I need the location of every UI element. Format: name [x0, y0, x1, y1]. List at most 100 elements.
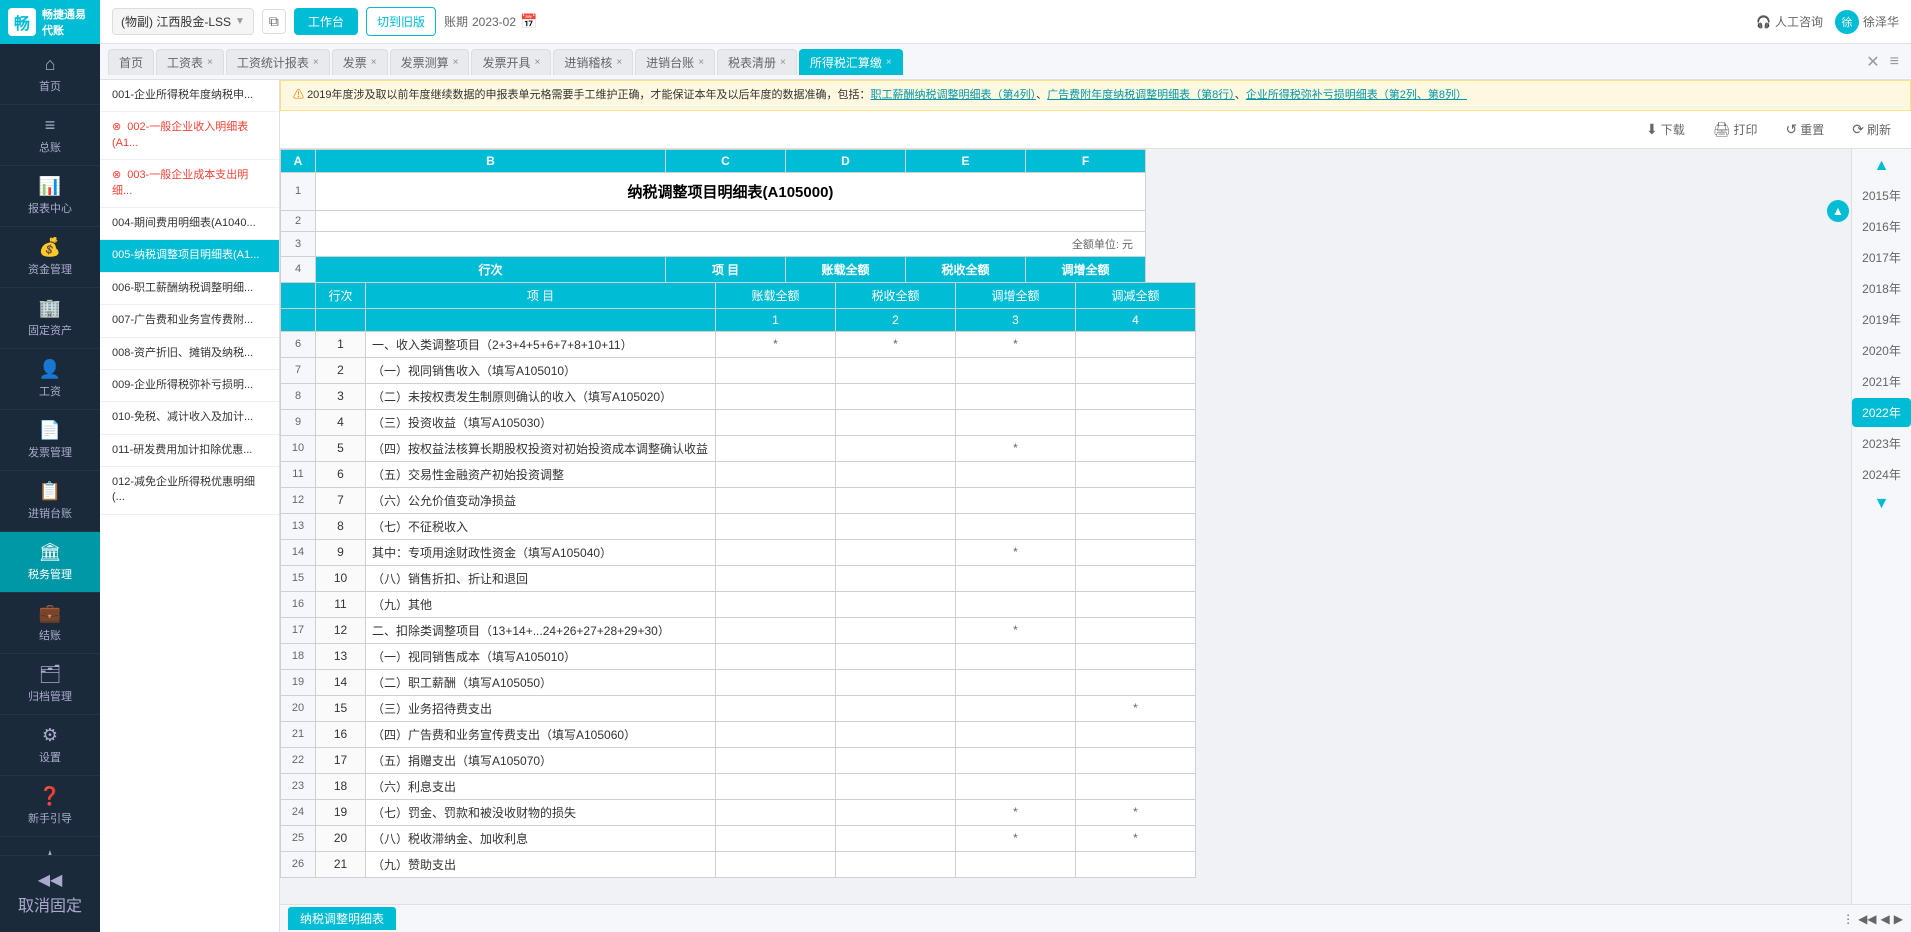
- table-row[interactable]: 2621（九）赞助支出: [281, 851, 1196, 877]
- scroll-leftmost-icon[interactable]: ◀◀: [1858, 912, 1876, 926]
- table-row[interactable]: 2318（六）利息支出: [281, 773, 1196, 799]
- cell-d-9[interactable]: [836, 539, 956, 565]
- table-row[interactable]: 2520（八）税收滞纳金、加收利息**: [281, 825, 1196, 851]
- tab-invoice-calc-close-icon[interactable]: ×: [453, 57, 459, 68]
- cell-d-5[interactable]: [836, 435, 956, 461]
- cell-c-12[interactable]: [716, 617, 836, 643]
- cell-f-12[interactable]: [1076, 617, 1196, 643]
- tab-sales-ledger-close-icon[interactable]: ×: [698, 57, 704, 68]
- table-row[interactable]: 1611（九）其他: [281, 591, 1196, 617]
- sidebar-item-ledger[interactable]: ≡ 总账: [0, 105, 100, 166]
- cell-f-19[interactable]: *: [1076, 799, 1196, 825]
- cell-c-7[interactable]: [716, 487, 836, 513]
- cell-c-19[interactable]: [716, 799, 836, 825]
- cell-e-20[interactable]: *: [956, 825, 1076, 851]
- cell-d-6[interactable]: [836, 461, 956, 487]
- cell-c-10[interactable]: [716, 565, 836, 591]
- table-row[interactable]: 2419（七）罚金、罚款和被没收财物的损失**: [281, 799, 1196, 825]
- cell-e-3[interactable]: [956, 383, 1076, 409]
- sidebar-item-settings[interactable]: ⚙ 设置: [0, 715, 100, 776]
- tab-bar-close-all[interactable]: ✕: [1862, 52, 1883, 72]
- cell-c-14[interactable]: [716, 669, 836, 695]
- tab-payroll-stats-close-icon[interactable]: ×: [313, 57, 319, 68]
- table-row[interactable]: 61一、收入类调整项目（2+3+4+5+6+7+8+10+11）***: [281, 331, 1196, 357]
- customer-service[interactable]: 🎧 人工咨询: [1756, 13, 1823, 30]
- left-panel-item-011[interactable]: 011-研发费用加计扣除优惠...: [100, 435, 279, 467]
- table-row[interactable]: 1510（八）销售折扣、折让和退回: [281, 565, 1196, 591]
- cell-f-13[interactable]: [1076, 643, 1196, 669]
- left-panel-item-002[interactable]: ⊗ 002-一般企业收入明细表(A1...: [100, 112, 279, 160]
- cell-e-17[interactable]: [956, 747, 1076, 773]
- cell-e-10[interactable]: [956, 565, 1076, 591]
- cell-c-5[interactable]: [716, 435, 836, 461]
- left-panel-item-006[interactable]: 006-职工薪酬纳税调整明细...: [100, 273, 279, 305]
- cell-d-2[interactable]: [836, 357, 956, 383]
- year-nav-down-button[interactable]: ▼: [1870, 491, 1894, 517]
- sidebar-item-home[interactable]: ⌂ 首页: [0, 44, 100, 105]
- cell-c-20[interactable]: [716, 825, 836, 851]
- cell-d-8[interactable]: [836, 513, 956, 539]
- cell-e-7[interactable]: [956, 487, 1076, 513]
- tab-income-tax[interactable]: 所得税汇算缴 ×: [799, 49, 903, 75]
- cell-c-18[interactable]: [716, 773, 836, 799]
- table-row[interactable]: 2015（三）业务招待费支出*: [281, 695, 1196, 721]
- cell-e-9[interactable]: *: [956, 539, 1076, 565]
- cell-c-16[interactable]: [716, 721, 836, 747]
- sidebar-item-assets[interactable]: 🏢 固定资产: [0, 288, 100, 349]
- cell-d-7[interactable]: [836, 487, 956, 513]
- table-row[interactable]: 116（五）交易性金融资产初始投资调整: [281, 461, 1196, 487]
- cell-c-6[interactable]: [716, 461, 836, 487]
- cell-f-10[interactable]: [1076, 565, 1196, 591]
- cell-d-4[interactable]: [836, 409, 956, 435]
- cell-f-21[interactable]: [1076, 851, 1196, 877]
- cell-c-1[interactable]: *: [716, 331, 836, 357]
- cell-e-8[interactable]: [956, 513, 1076, 539]
- tab-invoice-close-icon[interactable]: ×: [371, 57, 377, 68]
- table-row[interactable]: 1914（二）职工薪酬（填写A105050）: [281, 669, 1196, 695]
- year-item-2024[interactable]: 2024年: [1852, 460, 1911, 489]
- cell-d-11[interactable]: [836, 591, 956, 617]
- tab-bar-settings-icon[interactable]: ≡: [1886, 53, 1903, 71]
- year-item-2021[interactable]: 2021年: [1852, 367, 1911, 396]
- cell-e-21[interactable]: [956, 851, 1076, 877]
- old-version-button[interactable]: 切到旧版: [366, 7, 436, 36]
- cell-f-14[interactable]: [1076, 669, 1196, 695]
- cell-c-3[interactable]: [716, 383, 836, 409]
- year-nav-up-button[interactable]: ▲: [1870, 153, 1894, 179]
- unpin-button[interactable]: ◀◀ 取消固定: [8, 864, 92, 924]
- scroll-next-icon[interactable]: ▶: [1894, 912, 1903, 926]
- cell-e-19[interactable]: *: [956, 799, 1076, 825]
- bottom-sheet-tab[interactable]: 纳税调整明细表: [288, 907, 396, 930]
- left-panel-item-012[interactable]: 012-减免企业所得税优惠明细(...: [100, 467, 279, 515]
- year-item-2017[interactable]: 2017年: [1852, 243, 1911, 272]
- tab-payroll-close-icon[interactable]: ×: [207, 57, 213, 68]
- calendar-icon[interactable]: 📅: [520, 13, 537, 30]
- cell-d-16[interactable]: [836, 721, 956, 747]
- tab-income-tax-close-icon[interactable]: ×: [886, 57, 892, 68]
- cell-e-2[interactable]: [956, 357, 1076, 383]
- tab-tax-forms-close-icon[interactable]: ×: [780, 57, 786, 68]
- left-panel-item-008[interactable]: 008-资产折旧、摊销及纳税...: [100, 338, 279, 370]
- sidebar-footer[interactable]: ◀◀ 取消固定: [0, 855, 100, 932]
- tab-invoice[interactable]: 发票 ×: [332, 49, 388, 75]
- cell-f-3[interactable]: [1076, 383, 1196, 409]
- cell-d-19[interactable]: [836, 799, 956, 825]
- tab-invoice-open[interactable]: 发票开具 ×: [471, 49, 551, 75]
- cell-f-2[interactable]: [1076, 357, 1196, 383]
- sidebar-item-invoice[interactable]: 📄 发票管理: [0, 410, 100, 471]
- cell-d-1[interactable]: *: [836, 331, 956, 357]
- year-item-2022[interactable]: 2022年: [1852, 398, 1911, 427]
- refresh-button[interactable]: ⟳ 刷新: [1844, 117, 1899, 142]
- table-row[interactable]: 94（三）投资收益（填写A105030）: [281, 409, 1196, 435]
- tab-invoice-open-close-icon[interactable]: ×: [534, 57, 540, 68]
- tab-sales-check-close-icon[interactable]: ×: [616, 57, 622, 68]
- cell-c-2[interactable]: [716, 357, 836, 383]
- sidebar-item-payroll[interactable]: 👤 工资: [0, 349, 100, 410]
- cell-c-11[interactable]: [716, 591, 836, 617]
- year-item-2023[interactable]: 2023年: [1852, 429, 1911, 458]
- sidebar-item-closing[interactable]: 💼 结账: [0, 593, 100, 654]
- cell-c-13[interactable]: [716, 643, 836, 669]
- table-row[interactable]: 1813（一）视同销售成本（填写A105010）: [281, 643, 1196, 669]
- cell-f-1[interactable]: [1076, 331, 1196, 357]
- cell-d-20[interactable]: [836, 825, 956, 851]
